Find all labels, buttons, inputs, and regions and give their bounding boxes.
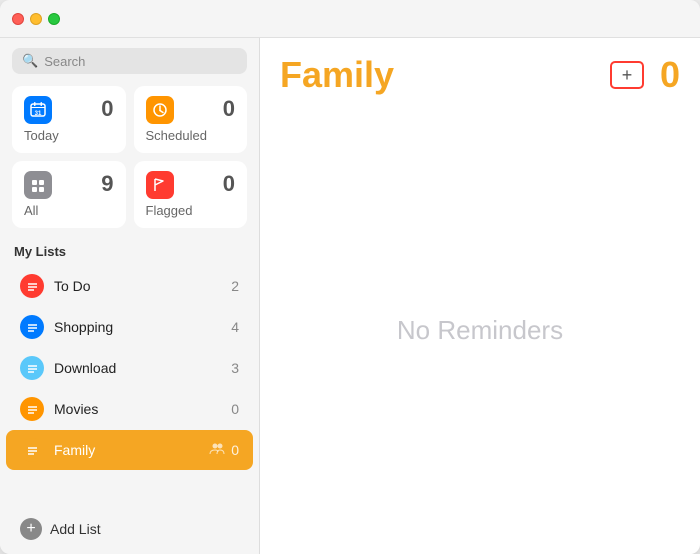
download-count: 3 bbox=[231, 360, 239, 376]
family-name: Family bbox=[54, 442, 209, 458]
movies-count: 0 bbox=[231, 401, 239, 417]
traffic-lights bbox=[12, 13, 60, 25]
today-icon: 31 bbox=[24, 96, 52, 124]
all-label: All bbox=[24, 203, 114, 218]
scheduled-count: 0 bbox=[223, 96, 235, 122]
title-bar bbox=[0, 0, 700, 38]
list-item-download[interactable]: Download 3 bbox=[6, 348, 253, 388]
family-count: 0 bbox=[231, 442, 239, 458]
all-icon bbox=[24, 171, 52, 199]
search-bar[interactable]: 🔍 Search bbox=[12, 48, 247, 74]
add-reminder-button[interactable]: + bbox=[610, 61, 644, 89]
close-button[interactable] bbox=[12, 13, 24, 25]
shopping-count: 4 bbox=[231, 319, 239, 335]
add-list-button[interactable]: + Add List bbox=[6, 508, 253, 550]
family-reminder-count: 0 bbox=[660, 54, 680, 96]
all-count: 9 bbox=[101, 171, 113, 197]
svg-text:31: 31 bbox=[35, 111, 42, 117]
scheduled-icon bbox=[146, 96, 174, 124]
list-items: To Do 2 Shopping 4 bbox=[0, 265, 259, 504]
todo-count: 2 bbox=[231, 278, 239, 294]
download-name: Download bbox=[54, 360, 231, 376]
today-label: Today bbox=[24, 128, 114, 143]
add-icon: + bbox=[622, 65, 633, 86]
movies-name: Movies bbox=[54, 401, 231, 417]
list-item-todo[interactable]: To Do 2 bbox=[6, 266, 253, 306]
main-content: 🔍 Search 31 bbox=[0, 38, 700, 554]
flagged-icon bbox=[146, 171, 174, 199]
flagged-label: Flagged bbox=[146, 203, 236, 218]
main-panel: Family + 0 No Reminders bbox=[260, 38, 700, 554]
tile-scheduled[interactable]: 0 Scheduled bbox=[134, 86, 248, 153]
my-lists-header: My Lists bbox=[0, 240, 259, 265]
download-icon bbox=[20, 356, 44, 380]
search-icon: 🔍 bbox=[22, 53, 38, 69]
list-item-movies[interactable]: Movies 0 bbox=[6, 389, 253, 429]
maximize-button[interactable] bbox=[48, 13, 60, 25]
tile-today[interactable]: 31 0 Today bbox=[12, 86, 126, 153]
no-reminders-text: No Reminders bbox=[260, 106, 700, 554]
family-title: Family bbox=[280, 54, 394, 96]
todo-icon bbox=[20, 274, 44, 298]
flagged-count: 0 bbox=[223, 171, 235, 197]
shopping-icon bbox=[20, 315, 44, 339]
movies-icon bbox=[20, 397, 44, 421]
app-window: 🔍 Search 31 bbox=[0, 0, 700, 554]
family-icon bbox=[20, 438, 44, 462]
minimize-button[interactable] bbox=[30, 13, 42, 25]
tile-flagged[interactable]: 0 Flagged bbox=[134, 161, 248, 228]
today-count: 0 bbox=[101, 96, 113, 122]
tile-all[interactable]: 9 All bbox=[12, 161, 126, 228]
todo-name: To Do bbox=[54, 278, 231, 294]
sidebar: 🔍 Search 31 bbox=[0, 38, 260, 554]
add-list-label: Add List bbox=[50, 521, 101, 537]
list-item-shopping[interactable]: Shopping 4 bbox=[6, 307, 253, 347]
add-list-icon: + bbox=[20, 518, 42, 540]
shopping-name: Shopping bbox=[54, 319, 231, 335]
shared-icon bbox=[209, 441, 225, 460]
quick-tiles: 31 0 Today bbox=[0, 86, 259, 240]
scheduled-label: Scheduled bbox=[146, 128, 236, 143]
search-placeholder: Search bbox=[44, 54, 85, 69]
main-panel-header: Family + 0 bbox=[260, 38, 700, 106]
list-item-family[interactable]: Family 0 bbox=[6, 430, 253, 470]
